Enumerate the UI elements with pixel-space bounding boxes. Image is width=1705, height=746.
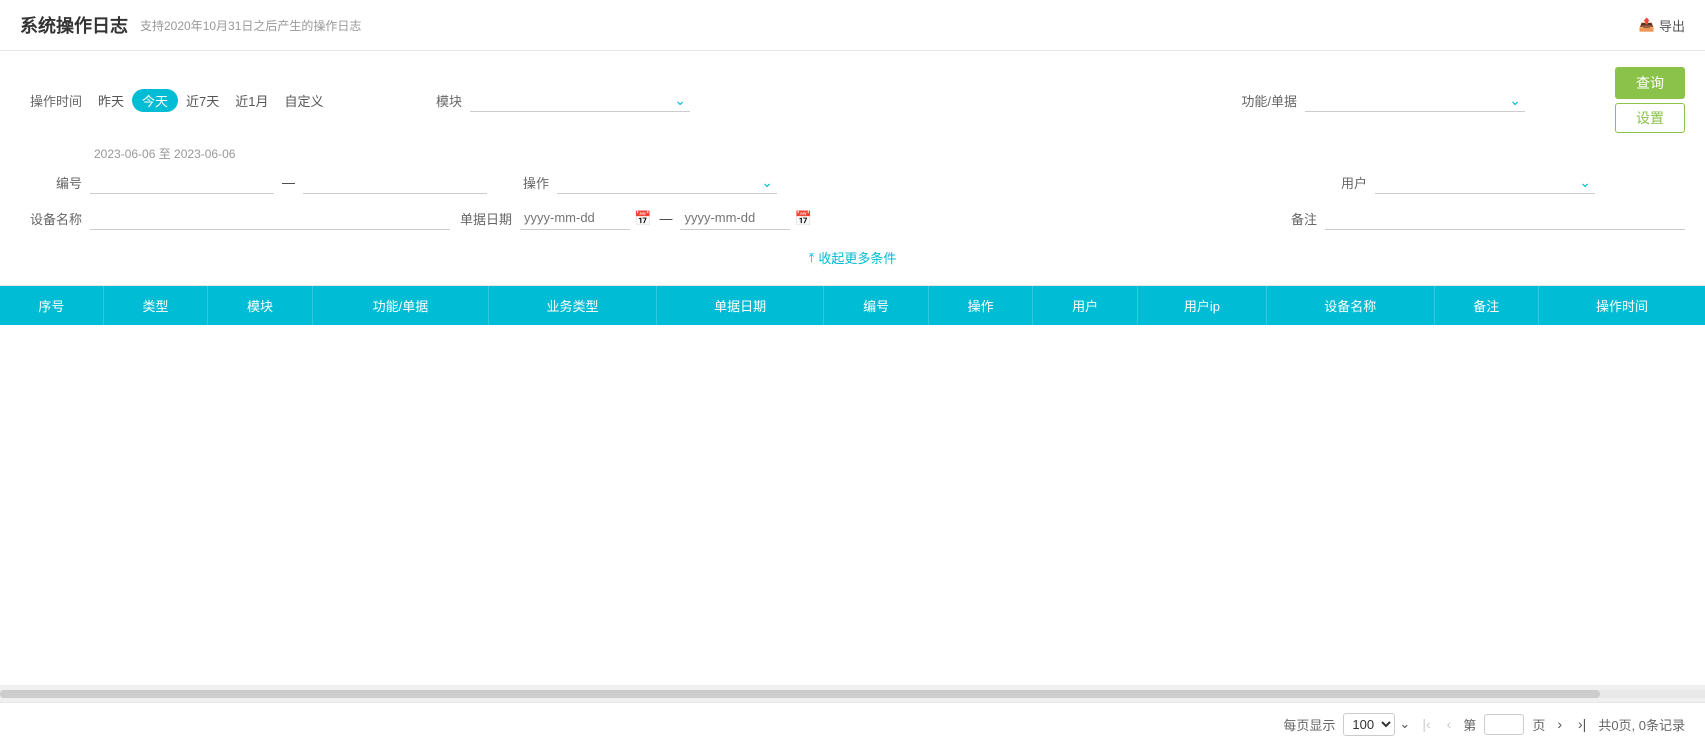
remark-input[interactable] xyxy=(1325,206,1685,230)
col-user-ip: 用户ip xyxy=(1137,286,1266,325)
time-range-row: 2023-06-06 至 2023-06-06 xyxy=(20,145,1685,162)
page-size-select[interactable]: 100 50 200 xyxy=(1343,713,1395,736)
col-seq: 序号 xyxy=(0,286,103,325)
pagination-bar: 每页显示 100 50 200 ⌄ |‹ ‹ 第 1 页 › ›| 共0页, 0… xyxy=(0,702,1705,746)
page-label: 第 xyxy=(1463,715,1476,734)
number-filter-col: 编号 — xyxy=(20,170,487,194)
collapse-label: 收起更多条件 xyxy=(818,248,896,267)
collapse-button[interactable]: ⤒ 收起更多条件 xyxy=(809,248,897,267)
table-wrapper: 序号 类型 模块 功能/单据 业务类型 单据日期 编号 操作 用户 用户ip 设… xyxy=(0,286,1705,686)
export-icon: 📤 xyxy=(1639,17,1655,33)
settings-button[interactable]: 设置 xyxy=(1615,103,1685,133)
number-dash: — xyxy=(282,175,295,190)
time-range-text: 2023-06-06 至 2023-06-06 xyxy=(94,145,235,162)
page-last-button[interactable]: ›| xyxy=(1574,714,1590,734)
time-btn-custom[interactable]: 自定义 xyxy=(277,89,332,112)
module-select[interactable] xyxy=(470,88,690,112)
export-label: 导出 xyxy=(1659,16,1685,35)
time-filter-group: 昨天 今天 近7天 近1月 自定义 xyxy=(90,89,332,112)
date-label: 单据日期 xyxy=(450,209,520,228)
time-btn-yesterday[interactable]: 昨天 xyxy=(90,89,132,112)
number-input-start[interactable] xyxy=(90,170,274,194)
module-filter-col: 模块 ⌄ xyxy=(400,88,1235,112)
col-doc-date: 单据日期 xyxy=(656,286,824,325)
empty-cell xyxy=(0,325,1705,685)
device-label: 设备名称 xyxy=(20,209,90,228)
filter-area: 操作时间 昨天 今天 近7天 近1月 自定义 模块 ⌄ xyxy=(0,51,1705,286)
function-label: 功能/单据 xyxy=(1235,91,1305,110)
scrollbar-track[interactable] xyxy=(0,690,1705,698)
col-module: 模块 xyxy=(208,286,312,325)
col-biz-type: 业务类型 xyxy=(489,286,657,325)
time-label: 操作时间 xyxy=(20,91,90,110)
empty-row xyxy=(0,325,1705,685)
page-size-arrow: ⌄ xyxy=(1399,716,1410,732)
function-filter-col: 功能/单据 ⌄ xyxy=(1235,88,1615,112)
module-label: 模块 xyxy=(400,91,470,110)
col-device: 设备名称 xyxy=(1266,286,1434,325)
scrollbar-thumb[interactable] xyxy=(0,690,1600,698)
page-prev-button[interactable]: ‹ xyxy=(1443,714,1456,734)
col-operation: 操作 xyxy=(928,286,1032,325)
page-title: 系统操作日志 xyxy=(20,12,128,38)
module-select-wrapper: ⌄ xyxy=(470,88,690,112)
time-btn-7days[interactable]: 近7天 xyxy=(178,89,227,112)
page-subtitle: 支持2020年10月31日之后产生的操作日志 xyxy=(140,17,361,34)
page-first-button[interactable]: |‹ xyxy=(1418,714,1434,734)
time-btn-today[interactable]: 今天 xyxy=(132,89,178,112)
collapse-up-icon: ⤒ xyxy=(809,250,815,266)
filter-row-2: 编号 — 操作 ⌄ 用户 xyxy=(20,170,1685,194)
export-button[interactable]: 📤 导出 xyxy=(1639,16,1685,35)
operation-select[interactable] xyxy=(557,170,777,194)
filter-row-3: 设备名称 单据日期 📅 — 📅 备注 xyxy=(20,206,1685,230)
operation-select-wrapper: ⌄ xyxy=(557,170,777,194)
table-header: 序号 类型 模块 功能/单据 业务类型 单据日期 编号 操作 用户 用户ip 设… xyxy=(0,286,1705,325)
number-input-end[interactable] xyxy=(303,170,487,194)
data-table: 序号 类型 模块 功能/单据 业务类型 单据日期 编号 操作 用户 用户ip 设… xyxy=(0,286,1705,686)
user-select[interactable] xyxy=(1375,170,1595,194)
col-remark: 备注 xyxy=(1434,286,1538,325)
total-text: 共0页, 0条记录 xyxy=(1598,715,1685,734)
operation-filter-col: 操作 ⌄ xyxy=(487,170,1305,194)
operation-label: 操作 xyxy=(487,173,557,192)
time-filter-col: 操作时间 昨天 今天 近7天 近1月 自定义 xyxy=(20,89,400,112)
page-next-button[interactable]: › xyxy=(1553,714,1566,734)
device-filter-col: 设备名称 xyxy=(20,206,450,230)
table-header-row: 序号 类型 模块 功能/单据 业务类型 单据日期 编号 操作 用户 用户ip 设… xyxy=(0,286,1705,325)
action-buttons: 查询 设置 xyxy=(1615,67,1685,133)
date-end-input[interactable] xyxy=(680,206,790,230)
calendar-end-icon[interactable]: 📅 xyxy=(794,210,811,227)
device-input[interactable] xyxy=(90,206,450,230)
header-left: 系统操作日志 支持2020年10月31日之后产生的操作日志 xyxy=(20,12,361,38)
page-unit: 页 xyxy=(1532,715,1545,734)
time-btn-1month[interactable]: 近1月 xyxy=(227,89,276,112)
page-container: 系统操作日志 支持2020年10月31日之后产生的操作日志 📤 导出 操作时间 … xyxy=(0,0,1705,746)
per-page-label: 每页显示 xyxy=(1283,715,1335,734)
col-type: 类型 xyxy=(103,286,207,325)
collapse-bar: ⤒ 收起更多条件 xyxy=(20,242,1685,269)
table-body xyxy=(0,325,1705,685)
date-filter-col: 单据日期 📅 — 📅 xyxy=(450,206,1255,230)
user-select-wrapper: ⌄ xyxy=(1375,170,1595,194)
date-start-input[interactable] xyxy=(520,206,630,230)
function-select[interactable] xyxy=(1305,88,1525,112)
date-dash: — xyxy=(659,211,672,226)
col-function: 功能/单据 xyxy=(312,286,488,325)
col-number: 编号 xyxy=(824,286,928,325)
col-op-time: 操作时间 xyxy=(1539,286,1705,325)
number-label: 编号 xyxy=(20,173,90,192)
page-input[interactable]: 1 xyxy=(1484,714,1524,735)
user-filter-col: 用户 ⌄ xyxy=(1305,170,1685,194)
remark-label: 备注 xyxy=(1255,209,1325,228)
filter-row-1: 操作时间 昨天 今天 近7天 近1月 自定义 模块 ⌄ xyxy=(20,67,1685,133)
function-select-wrapper: ⌄ xyxy=(1305,88,1525,112)
col-user: 用户 xyxy=(1033,286,1137,325)
page-header: 系统操作日志 支持2020年10月31日之后产生的操作日志 📤 导出 xyxy=(0,0,1705,51)
calendar-start-icon[interactable]: 📅 xyxy=(634,210,651,227)
query-button[interactable]: 查询 xyxy=(1615,67,1685,99)
remark-filter-col: 备注 xyxy=(1255,206,1685,230)
user-label: 用户 xyxy=(1305,173,1375,192)
